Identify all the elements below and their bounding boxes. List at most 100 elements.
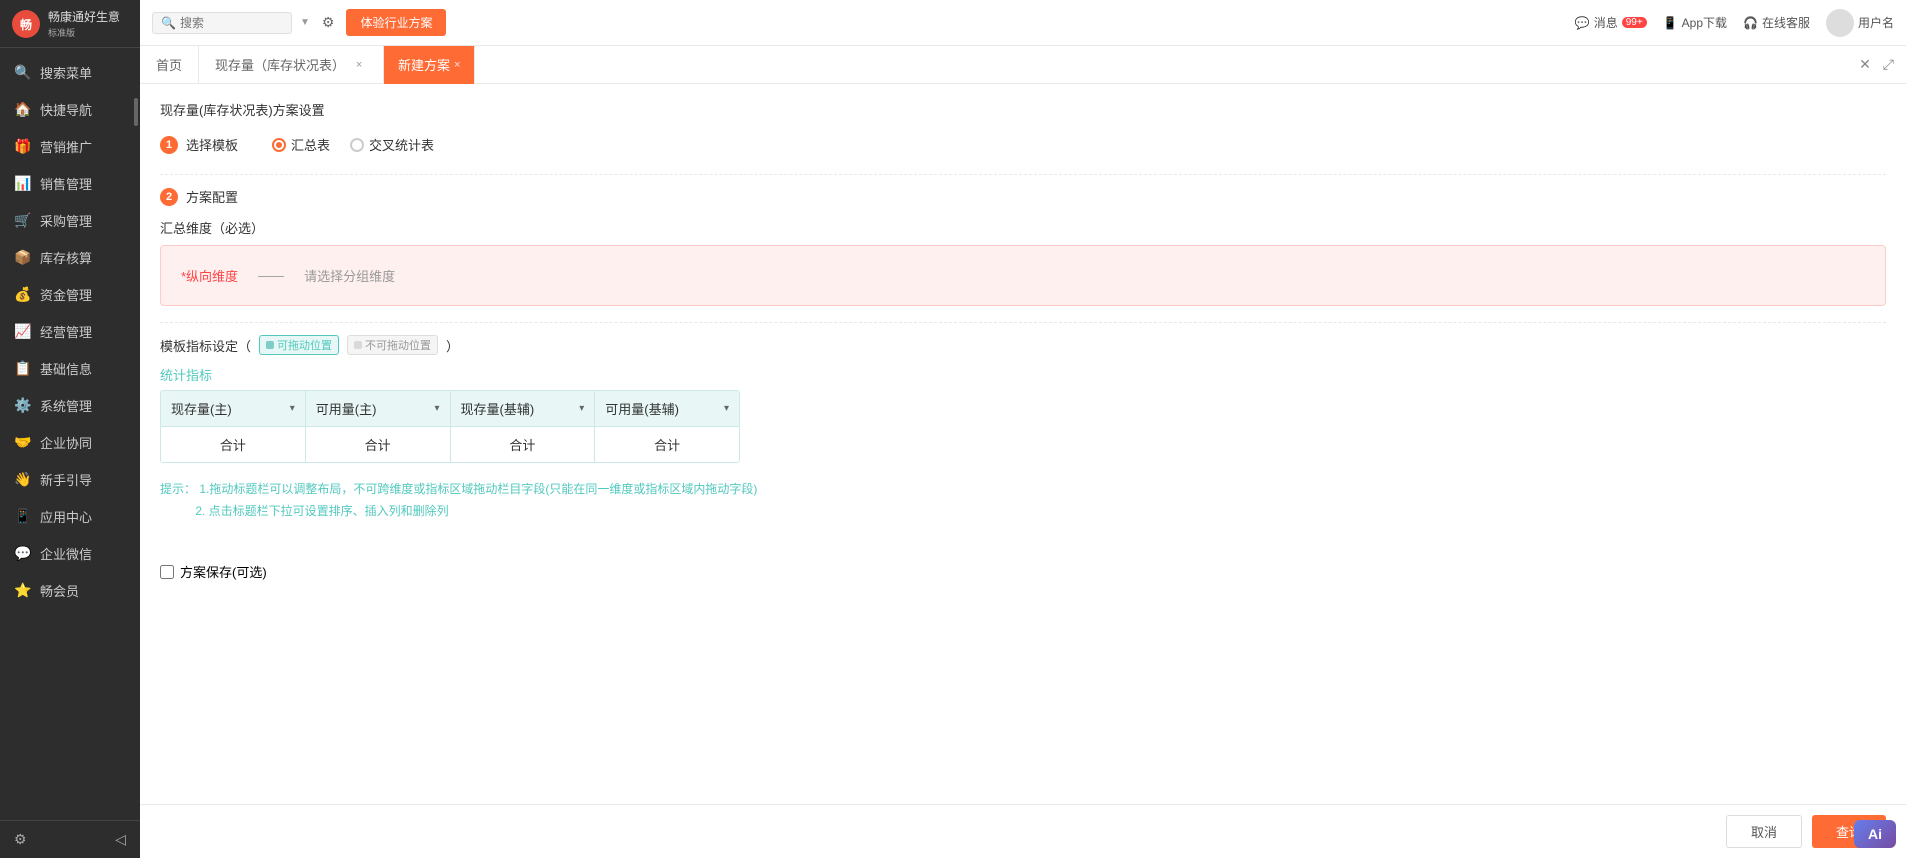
finance-icon: 💰	[14, 285, 32, 303]
dimension-pink-area: *纵向维度 —— 请选择分组维度	[160, 245, 1886, 306]
step1-title: 选择模板	[186, 135, 238, 154]
window-expand-btn[interactable]: ⤢	[1879, 52, 1898, 77]
radio-cross[interactable]: 交叉统计表	[350, 135, 434, 154]
industry-btn[interactable]: 体验行业方案	[346, 9, 446, 36]
save-checkbox[interactable]	[160, 565, 174, 579]
sidebar-item-quick-nav[interactable]: 🏠 快捷导航	[0, 91, 140, 128]
enterprise-wechat-icon: 💬	[14, 544, 32, 562]
sidebar-logo: 畅 畅康通好生意 标准版	[0, 0, 140, 48]
stats-col-4[interactable]: 可用量(基辅) ▾	[595, 391, 739, 426]
search-input[interactable]	[180, 16, 280, 30]
app-download-group[interactable]: 📱 App下载	[1663, 14, 1727, 31]
inventory-tab-close-icon[interactable]: ×	[351, 57, 367, 73]
sidebar-item-label: 经营管理	[40, 322, 92, 341]
basic-info-icon: 📋	[14, 359, 32, 377]
sidebar-item-label: 销售管理	[40, 174, 92, 193]
sidebar-item-marketing[interactable]: 🎁 营销推广	[0, 128, 140, 165]
search-menu-icon: 🔍	[14, 63, 32, 81]
radio-summary-circle	[272, 138, 286, 152]
new-scheme-tab-close-icon[interactable]: ×	[454, 59, 460, 71]
sidebar-item-purchase[interactable]: 🛒 采购管理	[0, 202, 140, 239]
sidebar-item-sales[interactable]: 📊 销售管理	[0, 165, 140, 202]
app-name-block: 畅康通好生意 标准版	[48, 10, 120, 39]
step2-num: 2	[160, 188, 178, 206]
tab-new-scheme[interactable]: 新建方案 ×	[384, 46, 475, 84]
messages-group[interactable]: 💬 消息 99+	[1575, 14, 1647, 31]
sidebar-item-inventory[interactable]: 📦 库存核算	[0, 239, 140, 276]
new-guide-icon: 👋	[14, 470, 32, 488]
topbar-gear-icon[interactable]: ⚙	[322, 14, 335, 31]
online-support-group[interactable]: 🎧 在线客服	[1743, 14, 1810, 31]
messages-icon: 💬	[1575, 16, 1590, 30]
stats-col-1[interactable]: 现存量(主) ▾	[161, 391, 306, 426]
user-profile-group[interactable]: 用户名	[1826, 9, 1894, 37]
sidebar-item-new-guide[interactable]: 👋 新手引导	[0, 461, 140, 498]
sidebar-item-label: 营销推广	[40, 137, 92, 156]
stats-table-header: 现存量(主) ▾ 可用量(主) ▾ 现存量(基辅) ▾ 可用量(基辅)	[161, 391, 739, 426]
home-tab-label: 首页	[156, 55, 182, 74]
step2-header: 2 方案配置	[160, 187, 1886, 206]
stats-col-1-chevron[interactable]: ▾	[290, 403, 295, 414]
topbar-search-box[interactable]: 🔍	[152, 12, 292, 34]
sidebar-item-label: 库存核算	[40, 248, 92, 267]
radio-summary[interactable]: 汇总表	[272, 135, 330, 154]
quick-nav-icon: 🏠	[14, 100, 32, 118]
sidebar-item-label: 快捷导航	[40, 100, 92, 119]
sidebar-item-label: 搜索菜单	[40, 63, 92, 82]
stats-col-2[interactable]: 可用量(主) ▾	[306, 391, 451, 426]
stats-col-3-chevron[interactable]: ▾	[579, 403, 584, 414]
sidebar: 畅 畅康通好生意 标准版 🔍 搜索菜单 🏠 快捷导航 🎁 营销推广 📊 销售管理…	[0, 0, 140, 858]
sidebar-item-app-center[interactable]: 📱 应用中心	[0, 498, 140, 535]
sidebar-item-search-menu[interactable]: 🔍 搜索菜单	[0, 54, 140, 91]
step1-section: 1 选择模板 汇总表 交叉统计表	[160, 135, 1886, 154]
ai-badge[interactable]: Ai	[1854, 820, 1896, 848]
radio-summary-dot	[276, 142, 282, 148]
user-avatar	[1826, 9, 1854, 37]
sidebar-item-label: 基础信息	[40, 359, 92, 378]
dimension-placeholder: 请选择分组维度	[304, 266, 395, 285]
bottom-bar: 取消 查询	[140, 804, 1906, 858]
headset-icon: 🎧	[1743, 16, 1758, 30]
search-dropdown-icon[interactable]: ▼	[300, 17, 310, 28]
radio-cross-circle	[350, 138, 364, 152]
sidebar-item-member[interactable]: ⭐ 畅会员	[0, 572, 140, 609]
settings-icon[interactable]: ⚙	[14, 831, 27, 848]
sidebar-menu: 🔍 搜索菜单 🏠 快捷导航 🎁 营销推广 📊 销售管理 🛒 采购管理 📦 库存核…	[0, 48, 140, 820]
sidebar-item-enterprise-wechat[interactable]: 💬 企业微信	[0, 535, 140, 572]
messages-label: 消息	[1594, 14, 1618, 31]
tab-home[interactable]: 首页	[140, 46, 199, 84]
radio-summary-label: 汇总表	[291, 135, 330, 154]
stats-table: 现存量(主) ▾ 可用量(主) ▾ 现存量(基辅) ▾ 可用量(基辅)	[160, 390, 740, 463]
dimension-dash: ——	[258, 268, 284, 283]
save-option-row: 方案保存(可选)	[160, 562, 1886, 581]
sidebar-scrollbar[interactable]	[134, 98, 138, 126]
template-radio-group: 汇总表 交叉统计表	[272, 135, 434, 154]
sidebar-item-basic-info[interactable]: 📋 基础信息	[0, 350, 140, 387]
cancel-button[interactable]: 取消	[1726, 815, 1802, 848]
app-logo-icon: 畅	[12, 10, 40, 38]
stats-col-3-label: 现存量(基辅)	[461, 399, 535, 418]
tab-bar: 首页 现存量（库存状况表） × 新建方案 × ✕ ⤢	[140, 46, 1906, 84]
sidebar-item-operations[interactable]: 📈 经营管理	[0, 313, 140, 350]
inventory-icon: 📦	[14, 248, 32, 266]
metrics-config-label-row: 模板指标设定（ 可拖动位置 不可拖动位置 ）	[160, 335, 1886, 355]
sidebar-item-label: 采购管理	[40, 211, 92, 230]
sidebar-item-label: 企业微信	[40, 544, 92, 563]
dimension-section-label: 汇总维度（必选）	[160, 218, 1886, 237]
sidebar-item-system[interactable]: ⚙️ 系统管理	[0, 387, 140, 424]
stats-col-2-chevron[interactable]: ▾	[434, 403, 439, 414]
stats-label: 统计指标	[160, 365, 1886, 384]
tab-inventory[interactable]: 现存量（库存状况表） ×	[199, 46, 384, 84]
stats-col-3[interactable]: 现存量(基辅) ▾	[451, 391, 596, 426]
sidebar-item-finance[interactable]: 💰 资金管理	[0, 276, 140, 313]
stats-col-4-chevron[interactable]: ▾	[724, 403, 729, 414]
stats-col-1-label: 现存量(主)	[171, 399, 232, 418]
enterprise-icon: 🤝	[14, 433, 32, 451]
sidebar-item-label: 企业协同	[40, 433, 92, 452]
window-close-btn[interactable]: ✕	[1855, 52, 1875, 77]
stats-cell-2: 合计	[306, 427, 451, 462]
inventory-tab-label: 现存量（库存状况表）	[215, 55, 345, 74]
sidebar-item-enterprise[interactable]: 🤝 企业协同	[0, 424, 140, 461]
audio-icon[interactable]: ◁	[115, 831, 126, 848]
step2-title: 方案配置	[186, 187, 238, 206]
